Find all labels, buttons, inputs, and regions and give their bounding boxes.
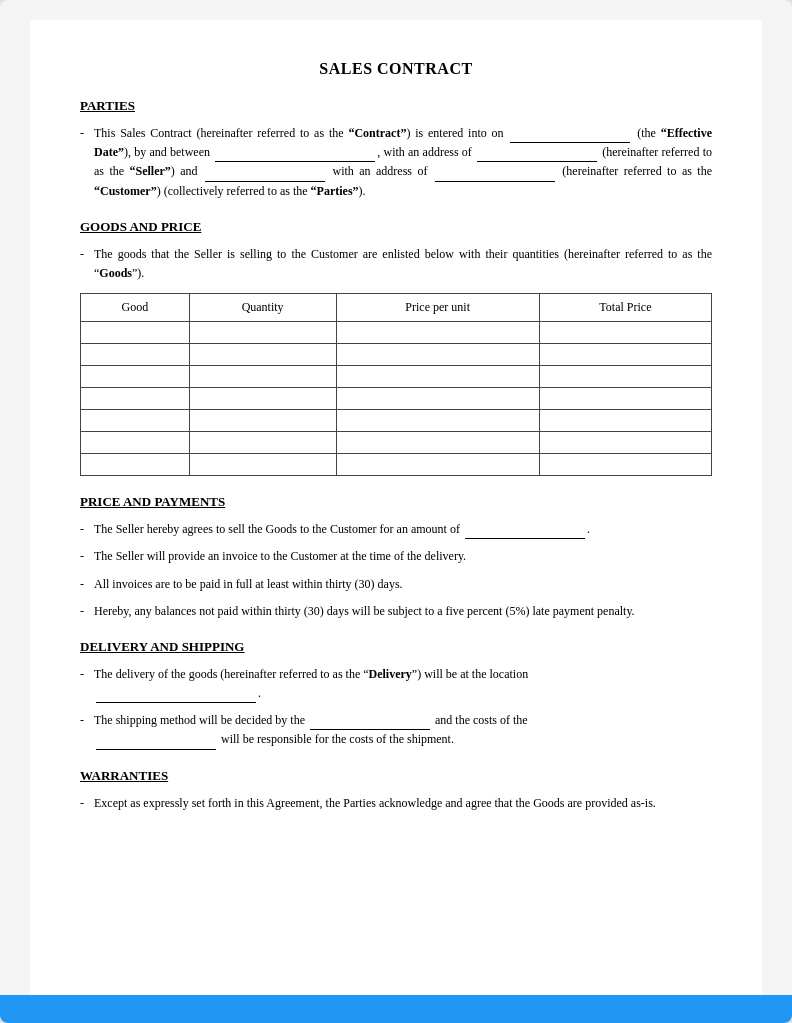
price-text-2: The Seller will provide an invoice to th… <box>94 547 712 566</box>
section-heading-delivery: DELIVERY AND SHIPPING <box>80 639 712 655</box>
bullet-dash-goods: - <box>80 245 84 264</box>
cell-good <box>81 410 190 432</box>
table-row <box>81 388 712 410</box>
cell-qty <box>189 322 336 344</box>
price-text-1: The Seller hereby agrees to sell the Goo… <box>94 520 712 539</box>
cell-ppu <box>336 344 539 366</box>
bullet-dash-delivery-2: - <box>80 711 84 730</box>
col-quantity: Quantity <box>189 294 336 322</box>
bullet-dash: - <box>80 124 84 143</box>
blank-party-2 <box>205 168 325 182</box>
blank-amount <box>465 525 585 539</box>
cell-ppu <box>336 454 539 476</box>
cell-qty <box>189 432 336 454</box>
delivery-text-1: The delivery of the goods (hereinafter r… <box>94 665 712 703</box>
bullet-dash-warranties-1: - <box>80 794 84 813</box>
cell-qty <box>189 344 336 366</box>
cell-tp <box>539 366 711 388</box>
page-container: SALES CONTRACT PARTIES - This Sales Cont… <box>0 0 792 1023</box>
blank-address-1 <box>477 148 597 162</box>
col-good: Good <box>81 294 190 322</box>
cell-good <box>81 432 190 454</box>
section-heading-goods: GOODS AND PRICE <box>80 219 712 235</box>
cell-ppu <box>336 322 539 344</box>
parties-bold: “Parties” <box>311 184 359 198</box>
section-heading-parties: PARTIES <box>80 98 712 114</box>
table-row <box>81 322 712 344</box>
document-area: SALES CONTRACT PARTIES - This Sales Cont… <box>30 20 762 995</box>
section-heading-warranties: WARRANTIES <box>80 768 712 784</box>
seller-bold: “Seller” <box>130 164 171 178</box>
bullet-dash-delivery-1: - <box>80 665 84 684</box>
table-row <box>81 410 712 432</box>
table-row <box>81 366 712 388</box>
cell-good <box>81 388 190 410</box>
cell-good <box>81 322 190 344</box>
table-row <box>81 344 712 366</box>
col-price-per-unit: Price per unit <box>336 294 539 322</box>
document-title: SALES CONTRACT <box>80 60 712 78</box>
cell-ppu <box>336 388 539 410</box>
cell-tp <box>539 388 711 410</box>
cell-qty <box>189 366 336 388</box>
price-text-3: All invoices are to be paid in full at l… <box>94 575 712 594</box>
cell-good <box>81 344 190 366</box>
goods-bullet-1: - The goods that the Seller is selling t… <box>80 245 712 283</box>
delivery-bullet-1: - The delivery of the goods (hereinafter… <box>80 665 712 703</box>
cell-tp <box>539 344 711 366</box>
cell-good <box>81 454 190 476</box>
price-bullet-1: - The Seller hereby agrees to sell the G… <box>80 520 712 539</box>
price-bullet-4: - Hereby, any balances not paid within t… <box>80 602 712 621</box>
contract-bold: “Contract” <box>348 126 406 140</box>
customer-bold: “Customer” <box>94 184 157 198</box>
cell-ppu <box>336 366 539 388</box>
delivery-bullet-2: - The shipping method will be decided by… <box>80 711 712 749</box>
blank-shipping-decider <box>310 716 430 730</box>
table-row <box>81 432 712 454</box>
table-header-row: Good Quantity Price per unit Total Price <box>81 294 712 322</box>
warranties-text-1: Except as expressly set forth in this Ag… <box>94 794 712 813</box>
blank-effective-date-1 <box>510 129 630 143</box>
goods-text-1: The goods that the Seller is selling to … <box>94 245 712 283</box>
cell-tp <box>539 410 711 432</box>
cell-tp <box>539 454 711 476</box>
price-bullet-2: - The Seller will provide an invoice to … <box>80 547 712 566</box>
bullet-dash-price-3: - <box>80 575 84 594</box>
parties-text-1: This Sales Contract (hereinafter referre… <box>94 124 712 201</box>
bottom-bar <box>0 995 792 1023</box>
cell-qty <box>189 388 336 410</box>
cell-tp <box>539 432 711 454</box>
blank-party-1 <box>215 148 375 162</box>
blank-shipping-cost-party <box>96 736 216 750</box>
col-total-price: Total Price <box>539 294 711 322</box>
cell-qty <box>189 454 336 476</box>
blank-address-2 <box>435 168 555 182</box>
blank-location <box>96 689 256 703</box>
cell-good <box>81 366 190 388</box>
cell-ppu <box>336 410 539 432</box>
bullet-dash-price-2: - <box>80 547 84 566</box>
goods-bold: Goods <box>99 266 132 280</box>
parties-bullet-1: - This Sales Contract (hereinafter refer… <box>80 124 712 201</box>
cell-tp <box>539 322 711 344</box>
price-bullet-3: - All invoices are to be paid in full at… <box>80 575 712 594</box>
cell-qty <box>189 410 336 432</box>
warranties-bullet-1: - Except as expressly set forth in this … <box>80 794 712 813</box>
cell-ppu <box>336 432 539 454</box>
delivery-text-2: The shipping method will be decided by t… <box>94 711 712 749</box>
bullet-dash-price-4: - <box>80 602 84 621</box>
section-heading-price: PRICE AND PAYMENTS <box>80 494 712 510</box>
table-row <box>81 454 712 476</box>
bullet-dash-price-1: - <box>80 520 84 539</box>
delivery-bold: Delivery <box>369 667 412 681</box>
goods-table: Good Quantity Price per unit Total Price <box>80 293 712 476</box>
price-text-4: Hereby, any balances not paid within thi… <box>94 602 712 621</box>
